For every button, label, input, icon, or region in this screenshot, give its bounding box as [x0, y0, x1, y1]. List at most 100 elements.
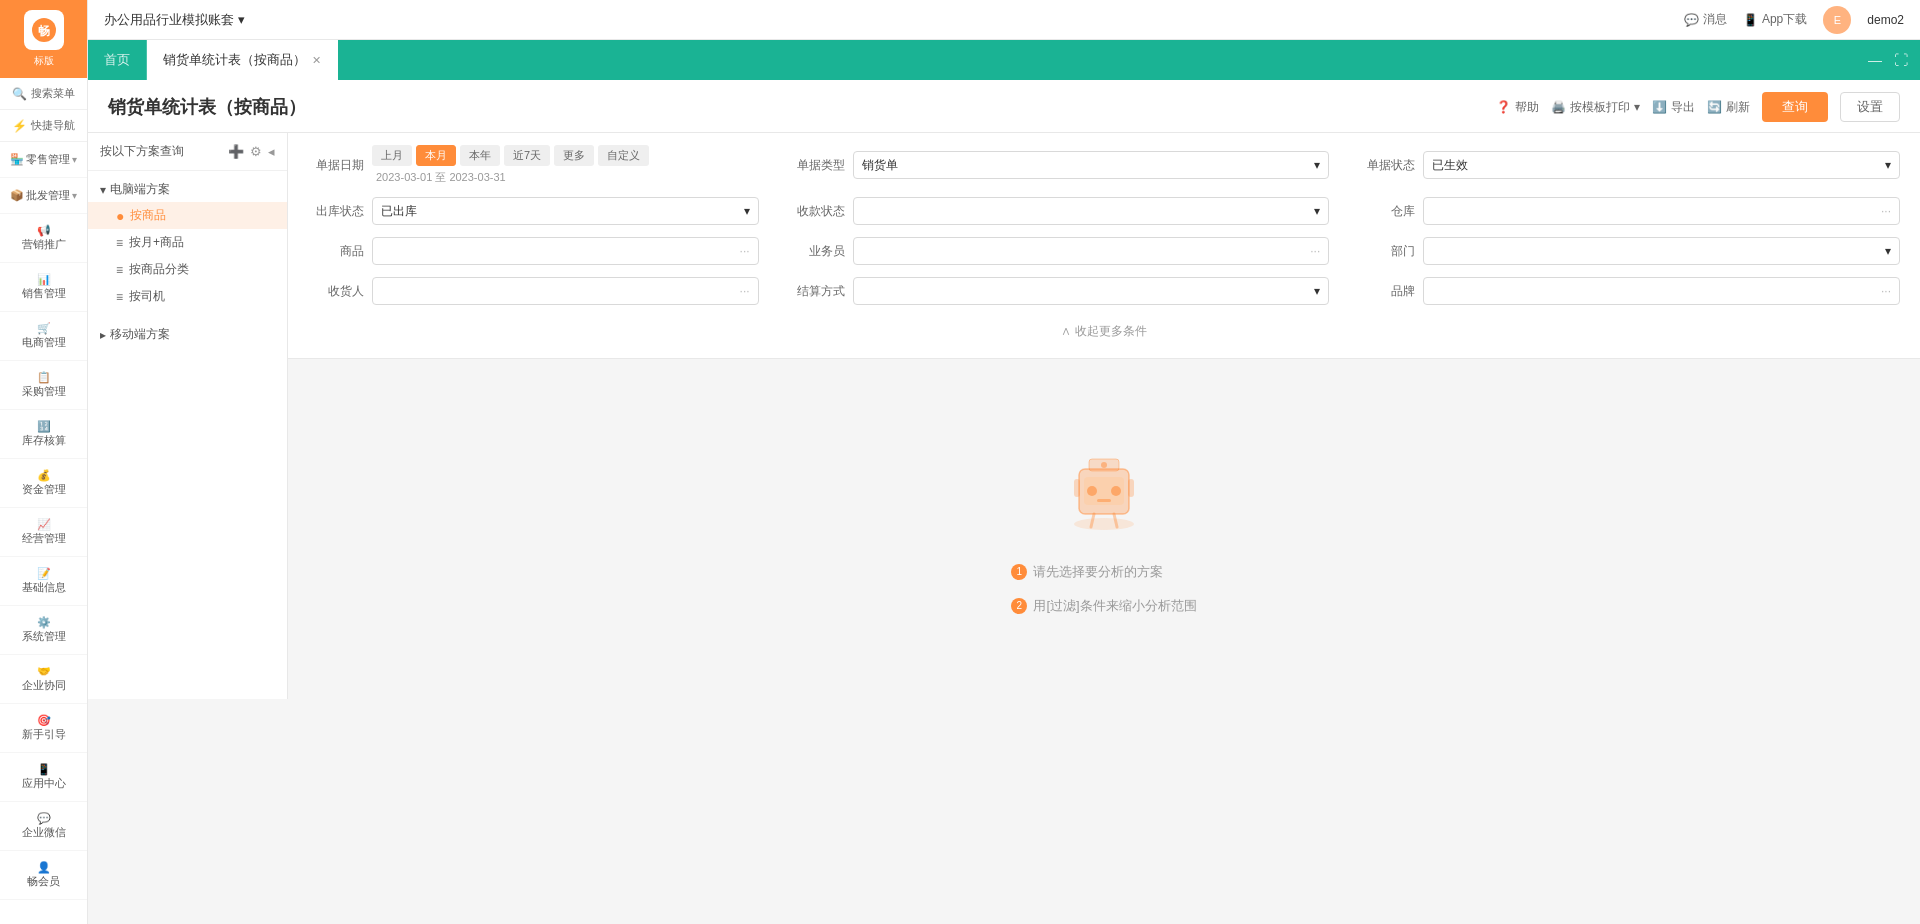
scheme-item-by-month-product[interactable]: ≡ 按月+商品 — [88, 229, 287, 256]
page-title: 销货单统计表（按商品） — [108, 95, 306, 119]
content-right: 单据日期 上月 本月 本年 近7天 更多 自定义 2023-03-01 至 20… — [288, 133, 1920, 699]
finance-icon: 💰 — [37, 469, 51, 482]
sidebar-item-enterprise[interactable]: 🤝 企业协同 — [0, 655, 87, 704]
date-range-text: 2023-03-01 至 2023-03-31 — [376, 170, 506, 185]
mobile-scheme-group-header[interactable]: ▸ 移动端方案 — [88, 322, 287, 347]
header-right: 💬 消息 📱 App下载 E demo2 — [1684, 6, 1904, 34]
sidebar-item-inventory[interactable]: 🔢 库存核算 — [0, 410, 87, 459]
setting-button[interactable]: 设置 — [1840, 92, 1900, 122]
export-icon: ⬇️ — [1652, 100, 1667, 114]
sidebar-item-wholesale[interactable]: 📦 批发管理 — [0, 178, 87, 214]
retail-icon: 🏪 — [10, 153, 24, 166]
sidebar-quick-nav[interactable]: ⚡ 快捷导航 — [0, 110, 87, 142]
sidebar-item-retail[interactable]: 🏪 零售管理 — [0, 142, 87, 178]
filter-payment-label: 结算方式 — [789, 283, 845, 300]
filter-receipt-status-item: 收款状态 ▾ — [789, 197, 1330, 225]
date-btn-this-year[interactable]: 本年 — [460, 145, 500, 166]
tab-sales-stats[interactable]: 销货单统计表（按商品） ✕ — [147, 40, 338, 80]
sidebar-item-app-center[interactable]: 📱 应用中心 — [0, 753, 87, 802]
filter-panel: 单据日期 上月 本月 本年 近7天 更多 自定义 2023-03-01 至 20… — [288, 133, 1920, 359]
sidebar-item-finance[interactable]: 💰 资金管理 — [0, 459, 87, 508]
sidebar-item-ecommerce[interactable]: 🛒 电商管理 — [0, 312, 87, 361]
doc-status-select[interactable]: 已生效 ▾ — [1423, 151, 1900, 179]
scheme-item-by-category[interactable]: ≡ 按商品分类 — [88, 256, 287, 283]
filter-warehouse-status-control: 已出库 ▾ — [372, 197, 759, 225]
app-download-label: App下载 — [1762, 11, 1807, 28]
sidebar-item-operations[interactable]: 📈 经营管理 — [0, 508, 87, 557]
date-btn-this-month[interactable]: 本月 — [416, 145, 456, 166]
app-selector[interactable]: 办公用品行业模拟账套 ▾ — [104, 11, 245, 29]
query-button[interactable]: 查询 — [1762, 92, 1828, 122]
date-btn-last-month[interactable]: 上月 — [372, 145, 412, 166]
sidebar-item-basic-info[interactable]: 📝 基础信息 — [0, 557, 87, 606]
consignee-input[interactable]: ··· — [372, 277, 759, 305]
export-button[interactable]: ⬇️ 导出 — [1652, 99, 1695, 116]
filter-product-item: 商品 ··· — [308, 237, 759, 265]
warehouse-dots[interactable]: ··· — [1881, 204, 1891, 218]
warehouse-input[interactable]: ··· — [1423, 197, 1900, 225]
warehouse-status-select[interactable]: 已出库 ▾ — [372, 197, 759, 225]
sidebar-item-sales[interactable]: 📊 销售管理 — [0, 263, 87, 312]
template-print-button[interactable]: 🖨️ 按模板打印 ▾ — [1551, 99, 1640, 116]
date-btn-custom[interactable]: 自定义 — [598, 145, 649, 166]
filter-consignee-label: 收货人 — [308, 283, 364, 300]
doc-type-value: 销货单 — [862, 157, 898, 174]
scheme-item-by-product[interactable]: ● 按商品 — [88, 202, 287, 229]
sidebar-search-menu[interactable]: 🔍 搜索菜单 — [0, 78, 87, 110]
receipt-status-select[interactable]: ▾ — [853, 197, 1330, 225]
tab-minimize-icon[interactable]: — — [1864, 50, 1886, 70]
add-scheme-icon[interactable]: ➕ — [228, 144, 244, 159]
filter-warehouse-status-item: 出库状态 已出库 ▾ — [308, 197, 759, 225]
salesperson-input[interactable]: ··· — [853, 237, 1330, 265]
tab-home[interactable]: 首页 — [88, 40, 147, 80]
operations-label: 经营管理 — [22, 531, 66, 546]
collapse-panel-icon[interactable]: ◂ — [268, 144, 275, 159]
sidebar-item-weixin[interactable]: 💬 企业微信 — [0, 802, 87, 851]
app-selector-chevron-icon: ▾ — [238, 12, 245, 27]
salesperson-dots[interactable]: ··· — [1310, 244, 1320, 258]
brand-dots[interactable]: ··· — [1881, 284, 1891, 298]
left-panel-icons: ➕ ⚙ ◂ — [228, 144, 275, 159]
filter-row-4: 收货人 ··· 结算方式 — [308, 277, 1900, 305]
brand-input[interactable]: ··· — [1423, 277, 1900, 305]
consignee-dots[interactable]: ··· — [740, 284, 750, 298]
app-download-button[interactable]: 📱 App下载 — [1743, 11, 1807, 28]
payment-select[interactable]: ▾ — [853, 277, 1330, 305]
collapse-bar[interactable]: ∧ 收起更多条件 — [308, 317, 1900, 346]
date-btn-7days[interactable]: 近7天 — [504, 145, 550, 166]
sidebar-item-member[interactable]: 👤 畅会员 — [0, 851, 87, 900]
page-title-row: 销货单统计表（按商品） ❓ 帮助 🖨️ 按模板打印 ▾ ⬇️ 导出 — [108, 92, 1900, 132]
step1-label: 请先选择要分析的方案 — [1033, 559, 1163, 585]
product-dots[interactable]: ··· — [740, 244, 750, 258]
sidebar-item-marketing[interactable]: 📢 营销推广 — [0, 214, 87, 263]
inventory-icon: 🔢 — [37, 420, 51, 433]
filter-warehouse-control: ··· — [1423, 197, 1900, 225]
date-btn-more[interactable]: 更多 — [554, 145, 594, 166]
pc-scheme-group-header[interactable]: ▾ 电脑端方案 — [88, 177, 287, 202]
filter-doc-status-control: 已生效 ▾ — [1423, 151, 1900, 179]
department-select[interactable]: ▾ — [1423, 237, 1900, 265]
doc-type-select[interactable]: 销货单 ▾ — [853, 151, 1330, 179]
filter-product-control: ··· — [372, 237, 759, 265]
sidebar-item-guide[interactable]: 🎯 新手引导 — [0, 704, 87, 753]
top-header: 办公用品行业模拟账套 ▾ 💬 消息 📱 App下载 E demo2 — [88, 0, 1920, 40]
date-range-bar: 上月 本月 本年 近7天 更多 自定义 2023-03-01 至 2023-03… — [372, 145, 759, 185]
message-button[interactable]: 💬 消息 — [1684, 11, 1727, 28]
sidebar-item-system[interactable]: ⚙️ 系统管理 — [0, 606, 87, 655]
scheme-item-by-driver[interactable]: ≡ 按司机 — [88, 283, 287, 310]
empty-step-1: 1 请先选择要分析的方案 — [1011, 559, 1196, 585]
content-area: 销货单统计表（按商品） ❓ 帮助 🖨️ 按模板打印 ▾ ⬇️ 导出 — [88, 80, 1920, 924]
settings-scheme-icon[interactable]: ⚙ — [250, 144, 262, 159]
filter-salesperson-label: 业务员 — [789, 243, 845, 260]
tab-close-icon[interactable]: ✕ — [312, 54, 321, 67]
step2-num: 2 — [1011, 598, 1027, 614]
refresh-button[interactable]: 🔄 刷新 — [1707, 99, 1750, 116]
user-name[interactable]: demo2 — [1867, 13, 1904, 27]
tab-maximize-icon[interactable]: ⛶ — [1890, 50, 1912, 70]
user-avatar[interactable]: E — [1823, 6, 1851, 34]
product-input[interactable]: ··· — [372, 237, 759, 265]
export-label: 导出 — [1671, 99, 1695, 116]
help-button[interactable]: ❓ 帮助 — [1496, 99, 1539, 116]
sidebar-item-purchase[interactable]: 📋 采购管理 — [0, 361, 87, 410]
filter-brand-item: 品牌 ··· — [1359, 277, 1900, 305]
